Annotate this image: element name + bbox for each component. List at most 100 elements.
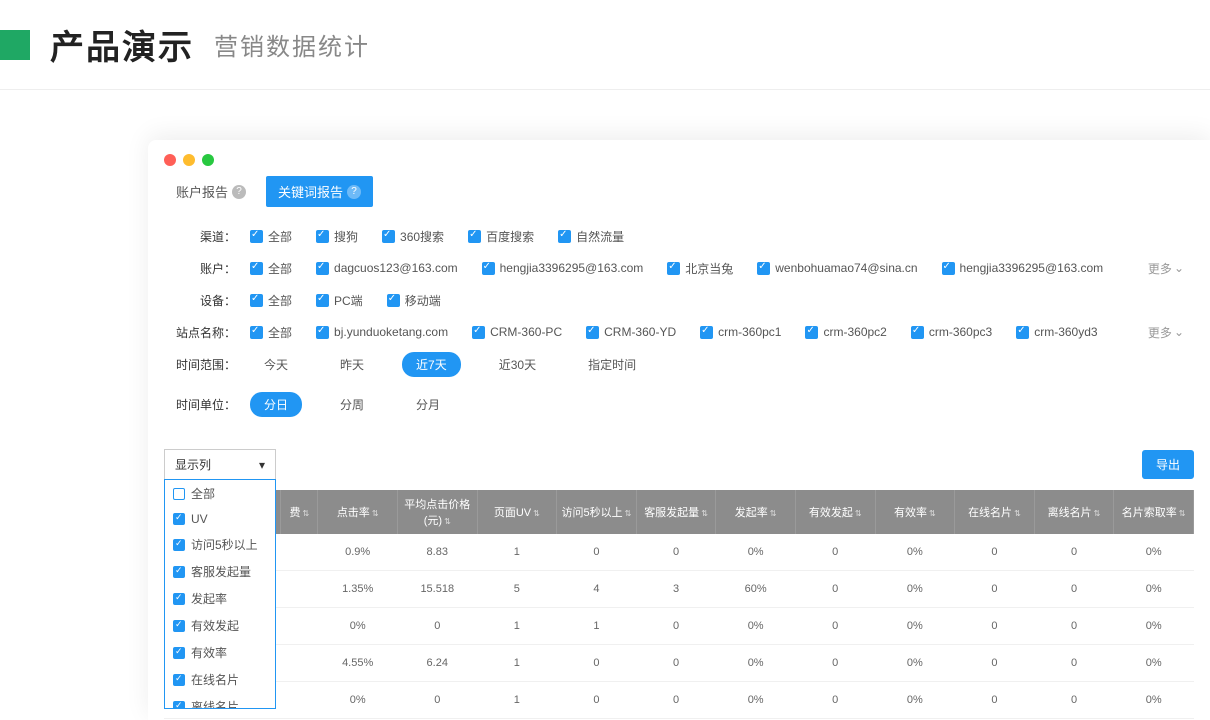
help-icon[interactable]: ?	[347, 185, 361, 199]
table-cell: 0	[955, 682, 1035, 719]
time-option[interactable]: 分日	[250, 392, 302, 417]
column-option[interactable]: 离线名片	[165, 693, 275, 709]
filter-option[interactable]: 百度搜索	[468, 228, 534, 245]
export-button[interactable]: 导出	[1142, 450, 1194, 479]
filter-option[interactable]: 全部	[250, 228, 292, 245]
filter-option[interactable]: crm-360pc3	[911, 325, 992, 339]
option-label: 搜狗	[334, 228, 358, 245]
filter-option[interactable]: 全部	[250, 260, 292, 277]
column-option[interactable]: 在线名片	[165, 666, 275, 693]
table-header[interactable]: 平均点击价格(元)⇅	[397, 490, 477, 534]
sort-icon: ⇅	[625, 509, 632, 518]
option-label: 全部	[268, 292, 292, 309]
time-option[interactable]: 昨天	[326, 352, 378, 377]
option-label: bj.yunduoketang.com	[334, 325, 448, 339]
filter-option[interactable]: dagcuos123@163.com	[316, 261, 458, 275]
column-option[interactable]: 发起率	[165, 585, 275, 612]
minimize-icon[interactable]	[183, 154, 195, 166]
table-header[interactable]: 有效率⇅	[875, 490, 955, 534]
table-cell: 4.55%	[318, 645, 398, 682]
tab-account-report[interactable]: 账户报告 ?	[164, 176, 258, 207]
option-label: 有效率	[191, 644, 227, 661]
column-option[interactable]: 客服发起量	[165, 558, 275, 585]
filter-option[interactable]: 全部	[250, 324, 292, 341]
table-cell: 0	[557, 682, 637, 719]
table-header[interactable]: 点击率⇅	[318, 490, 398, 534]
table-header[interactable]: 访问5秒以上⇅	[557, 490, 637, 534]
filter-option[interactable]: 360搜索	[382, 228, 444, 245]
table-header[interactable]: 页面UV⇅	[477, 490, 557, 534]
table-header[interactable]: 有效发起⇅	[795, 490, 875, 534]
checkbox-icon	[911, 326, 924, 339]
filter-option[interactable]: hengjia3396295@163.com	[482, 261, 644, 275]
filter-option[interactable]: CRM-360-PC	[472, 325, 562, 339]
table-header[interactable]: 客服发起量⇅	[636, 490, 716, 534]
table-row: 堂bj-云朵课堂1.35%15.51854360%00%000%	[164, 571, 1194, 608]
filter-option[interactable]: 搜狗	[316, 228, 358, 245]
filter-option[interactable]: crm-360pc1	[700, 325, 781, 339]
table-cell	[281, 571, 318, 608]
more-sites[interactable]: 更多 ⌄	[1148, 324, 1184, 341]
table-toolbar: 显示列 ▾ 全部UV访问5秒以上客服发起量发起率有效发起有效率在线名片离线名片名…	[164, 449, 1194, 480]
help-icon[interactable]: ?	[232, 185, 246, 199]
checkbox-icon	[558, 230, 571, 243]
column-option[interactable]: UV	[165, 507, 275, 531]
table-header[interactable]: 离线名片⇅	[1034, 490, 1114, 534]
table-header[interactable]: 名片索取率⇅	[1114, 490, 1194, 534]
sort-icon: ⇅	[1179, 509, 1186, 518]
checkbox-icon	[700, 326, 713, 339]
table-header[interactable]: 发起率⇅	[716, 490, 796, 534]
tab-keyword-report[interactable]: 关键词报告 ?	[266, 176, 373, 207]
filter-option[interactable]: CRM-360-YD	[586, 325, 676, 339]
filter-option[interactable]: 自然流量	[558, 228, 624, 245]
sort-icon: ⇅	[302, 509, 309, 518]
sort-icon: ⇅	[372, 509, 379, 518]
more-accounts[interactable]: 更多 ⌄	[1148, 260, 1184, 277]
table-cell: 0%	[1114, 608, 1194, 645]
table-header[interactable]: 费⇅	[281, 490, 318, 534]
checkbox-icon	[173, 620, 185, 632]
time-option[interactable]: 近30天	[485, 352, 550, 377]
table-cell: 0	[955, 608, 1035, 645]
filter-option[interactable]: crm-360yd3	[1016, 325, 1097, 339]
filter-option[interactable]: PC端	[316, 292, 363, 309]
filter-option[interactable]: 全部	[250, 292, 292, 309]
time-option[interactable]: 分月	[402, 392, 454, 417]
maximize-icon[interactable]	[202, 154, 214, 166]
filter-option[interactable]: 移动端	[387, 292, 441, 309]
column-option[interactable]: 全部	[165, 480, 275, 507]
filter-label: 账户：	[164, 260, 236, 277]
time-option[interactable]: 近7天	[402, 352, 461, 377]
time-option[interactable]: 今天	[250, 352, 302, 377]
filter-option[interactable]: hengjia3396295@163.com	[942, 261, 1104, 275]
time-option[interactable]: 分周	[326, 392, 378, 417]
column-option[interactable]: 有效发起	[165, 612, 275, 639]
column-option[interactable]: 访问5秒以上	[165, 531, 275, 558]
column-option[interactable]: 有效率	[165, 639, 275, 666]
checkbox-icon	[316, 230, 329, 243]
filter-option[interactable]: 北京当兔	[667, 260, 733, 277]
table-cell: 1	[477, 645, 557, 682]
option-label: 360搜索	[400, 228, 444, 245]
table-cell: 0%	[318, 608, 398, 645]
filter-time-unit: 时间单位： 分日分周分月	[164, 389, 1194, 419]
close-icon[interactable]	[164, 154, 176, 166]
option-label: crm-360yd3	[1034, 325, 1097, 339]
table-cell: 0	[1034, 682, 1114, 719]
checkbox-icon	[316, 326, 329, 339]
table-row: bj-云朵课堂0%01000%00%000%	[164, 682, 1194, 719]
table-cell: 0	[1034, 534, 1114, 571]
option-label: crm-360pc2	[823, 325, 886, 339]
column-selector-menu: 全部UV访问5秒以上客服发起量发起率有效发起有效率在线名片离线名片名片索取率有效…	[164, 479, 276, 709]
filter-option[interactable]: wenbohuamao74@sina.cn	[757, 261, 917, 275]
column-selector-button[interactable]: 显示列 ▾	[164, 449, 276, 480]
time-option[interactable]: 指定时间	[574, 352, 650, 377]
table-cell: 1	[477, 608, 557, 645]
table-cell: 0	[636, 534, 716, 571]
table-header[interactable]: 在线名片⇅	[955, 490, 1035, 534]
filter-option[interactable]: crm-360pc2	[805, 325, 886, 339]
checkbox-icon	[173, 593, 185, 605]
table-cell: 0	[636, 608, 716, 645]
filter-option[interactable]: bj.yunduoketang.com	[316, 325, 448, 339]
caret-down-icon: ▾	[259, 458, 265, 472]
